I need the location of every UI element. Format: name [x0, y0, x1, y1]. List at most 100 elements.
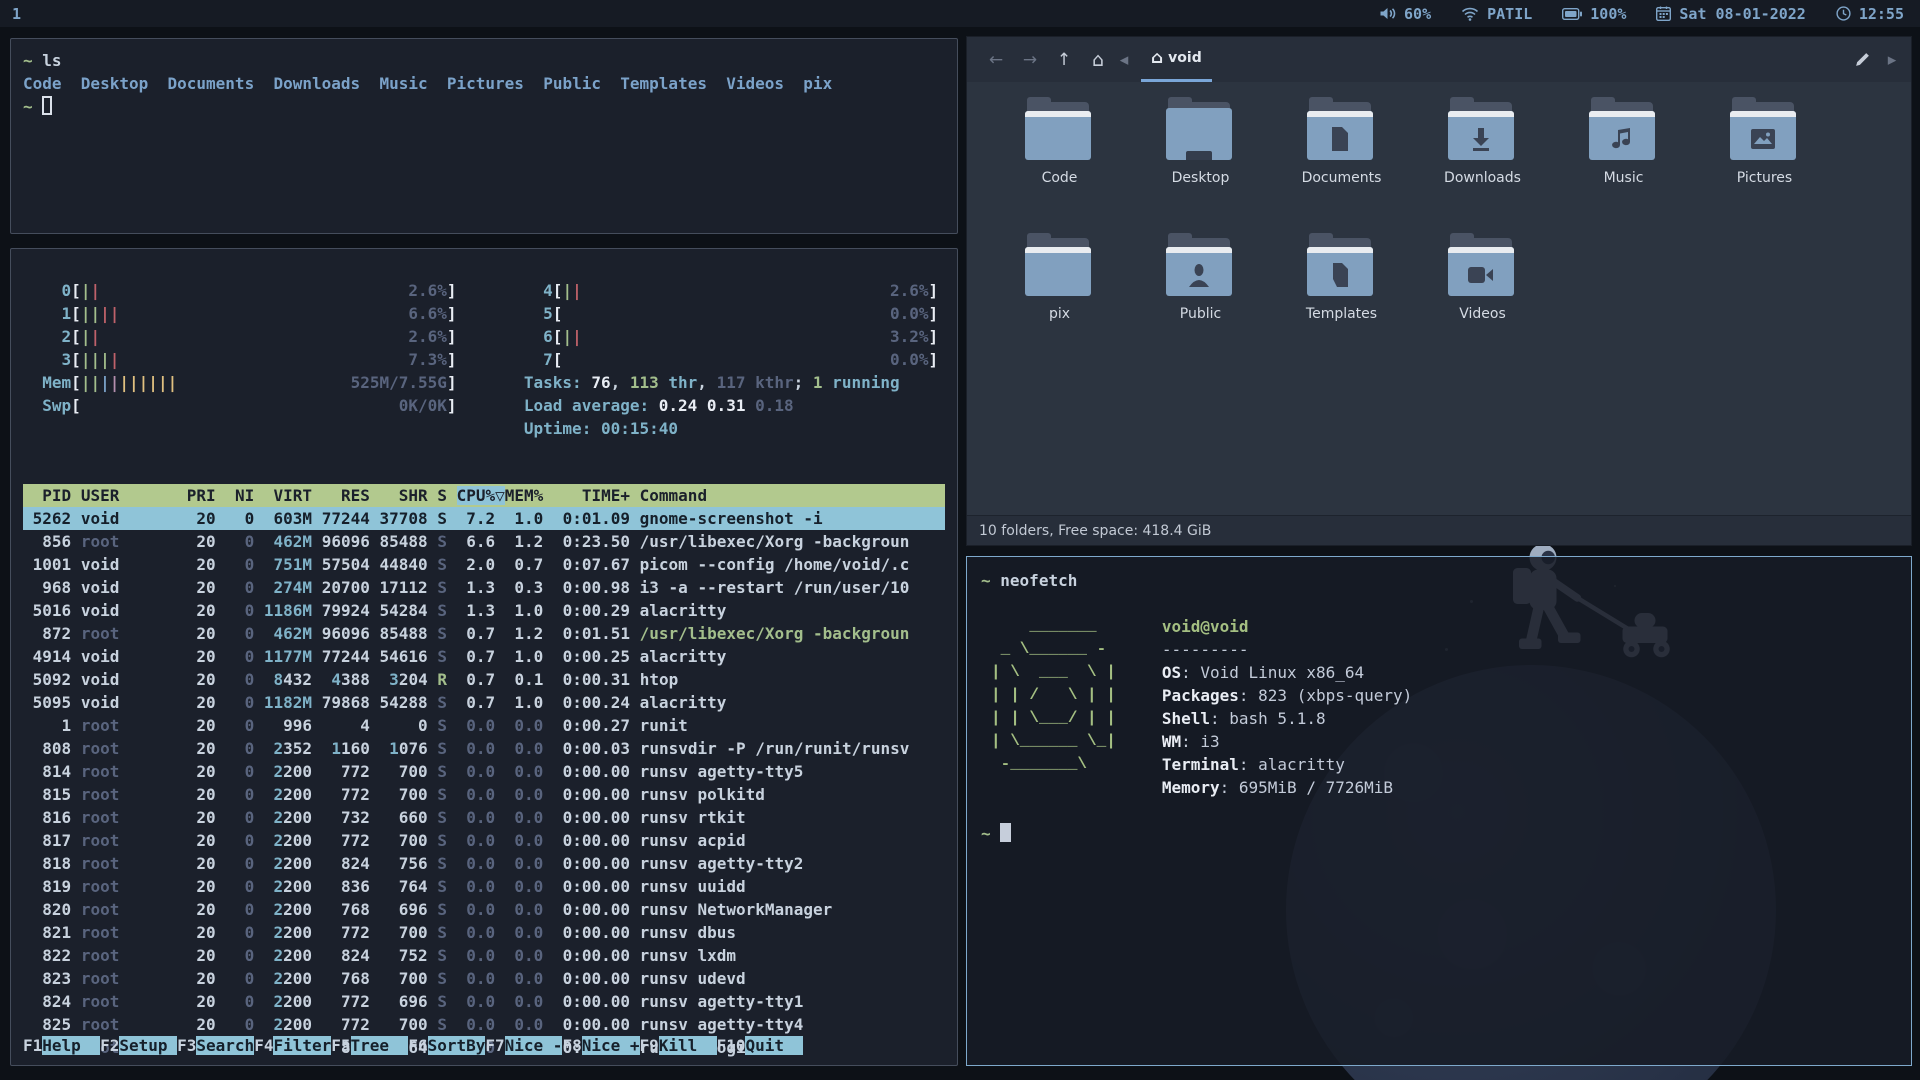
process-row-968[interactable]: 968 void 20 0 274M 20700 17112 S 1.3 0.3…	[23, 576, 945, 599]
folder-item-pictures[interactable]: Pictures	[1694, 97, 1835, 216]
htop-meters: 0[|| 2.6%] 1[|||| 6.6%] 2[|| 2.6%] 3[|||…	[23, 279, 945, 440]
fkey-f5[interactable]: F5	[331, 1036, 350, 1055]
up-icon[interactable]: ↑	[1047, 50, 1081, 70]
terminal-cursor	[42, 96, 53, 115]
column-header-user[interactable]: USER	[81, 486, 177, 505]
folder-item-videos[interactable]: Videos	[1412, 233, 1553, 352]
meter-mem: Mem[|||||||||| 525M/7.55G]	[23, 373, 457, 392]
folder-item-code[interactable]: Code	[989, 97, 1130, 216]
column-header-ni[interactable]: NI	[225, 486, 254, 505]
folder-item-desktop[interactable]: Desktop	[1130, 97, 1271, 216]
folder-item-documents[interactable]: Documents	[1271, 97, 1412, 216]
plain-folder	[1025, 253, 1091, 296]
fkey-f7[interactable]: F7	[485, 1036, 504, 1055]
fkey-label-tree[interactable]: Tree	[350, 1036, 409, 1055]
folder-item-templates[interactable]: Templates	[1271, 233, 1412, 352]
process-row-5016[interactable]: 5016 void 20 0 1186M 79924 54284 S 1.3 1…	[23, 599, 945, 622]
fkey-f2[interactable]: F2	[100, 1036, 119, 1055]
process-row-819[interactable]: 819 root 20 0 2200 836 764 S 0.0 0.0 0:0…	[23, 875, 945, 898]
column-header-virt[interactable]: VIRT	[264, 486, 313, 505]
process-row-818[interactable]: 818 root 20 0 2200 824 756 S 0.0 0.0 0:0…	[23, 852, 945, 875]
folder-label: Music	[1603, 170, 1644, 186]
folder-item-pix[interactable]: pix	[989, 233, 1130, 352]
fkey-f10[interactable]: F10	[717, 1036, 746, 1055]
fkey-f6[interactable]: F6	[408, 1036, 427, 1055]
tab-home-void[interactable]: ⌂ void	[1141, 37, 1212, 82]
process-row-856[interactable]: 856 root 20 0 462M 96096 85488 S 6.6 1.2…	[23, 530, 945, 553]
process-row-808[interactable]: 808 root 20 0 2352 1160 1076 S 0.0 0.0 0…	[23, 737, 945, 760]
fkey-label-help[interactable]: Help	[42, 1036, 101, 1055]
process-row-1001[interactable]: 1001 void 20 0 751M 57504 44840 S 2.0 0.…	[23, 553, 945, 576]
process-row-5095[interactable]: 5095 void 20 0 1182M 79868 54288 S 0.7 1…	[23, 691, 945, 714]
file-manager-window[interactable]: ← → ↑ ⌂ ◂ ⌂ void ▸ Code Desktop Documents D…	[966, 36, 1912, 546]
process-row-1[interactable]: 1 root 20 0 996 4 0 S 0.0 0.0 0:00.27 ru…	[23, 714, 945, 737]
dir-entry: Desktop	[80, 74, 149, 93]
htop-function-key-bar: F1Help F2Setup F3SearchF4FilterF5Tree F6…	[23, 1034, 804, 1057]
process-row-4914[interactable]: 4914 void 20 0 1177M 77244 54616 S 0.7 1…	[23, 645, 945, 668]
terminal-window-ls[interactable]: ~ ls Code Desktop Documents Downloads Mu…	[10, 38, 958, 234]
process-row-823[interactable]: 823 root 20 0 2200 768 700 S 0.0 0.0 0:0…	[23, 967, 945, 990]
process-row-822[interactable]: 822 root 20 0 2200 824 752 S 0.0 0.0 0:0…	[23, 944, 945, 967]
tab-home-icon: ⌂	[1151, 48, 1164, 68]
column-header-pri[interactable]: PRI	[187, 486, 216, 505]
process-row-821[interactable]: 821 root 20 0 2200 772 700 S 0.0 0.0 0:0…	[23, 921, 945, 944]
fkey-label-nice+[interactable]: Nice +	[581, 1036, 640, 1055]
fkey-f1[interactable]: F1	[23, 1036, 42, 1055]
fkey-f3[interactable]: F3	[177, 1036, 196, 1055]
process-row-824[interactable]: 824 root 20 0 2200 772 696 S 0.0 0.0 0:0…	[23, 990, 945, 1013]
fkey-label-kill[interactable]: Kill	[658, 1036, 717, 1055]
folder-item-downloads[interactable]: Downloads	[1412, 97, 1553, 216]
process-row-872[interactable]: 872 root 20 0 462M 96096 85488 S 0.7 1.2…	[23, 622, 945, 645]
process-row-825[interactable]: 825 root 20 0 2200 772 700 S 0.0 0.0 0:0…	[23, 1013, 945, 1036]
folder-item-music[interactable]: Music	[1553, 97, 1694, 216]
column-header-cmd[interactable]: Command	[640, 486, 707, 505]
column-header-s[interactable]: S	[437, 486, 447, 505]
tab-scroll-left-icon[interactable]: ◂	[1115, 50, 1133, 70]
fkey-label-filter[interactable]: Filter	[273, 1036, 332, 1055]
fkey-label-quit[interactable]: Quit	[745, 1036, 804, 1055]
process-table-header[interactable]: PID USER PRI NI VIRT RES SHR S CPU%▽MEM%…	[23, 484, 945, 507]
video-emblem-icon	[1448, 253, 1514, 296]
column-header-shr[interactable]: SHR	[380, 486, 428, 505]
back-icon[interactable]: ←	[979, 50, 1013, 70]
fkey-label-nice-[interactable]: Nice -	[504, 1036, 563, 1055]
process-row-5262[interactable]: 5262 void 20 0 603M 77244 37708 S 7.2 1.…	[23, 507, 945, 530]
process-row-814[interactable]: 814 root 20 0 2200 772 700 S 0.0 0.0 0:0…	[23, 760, 945, 783]
process-row-820[interactable]: 820 root 20 0 2200 768 696 S 0.0 0.0 0:0…	[23, 898, 945, 921]
process-row-816[interactable]: 816 root 20 0 2200 732 660 S 0.0 0.0 0:0…	[23, 806, 945, 829]
dir-entry: Code	[23, 74, 62, 93]
status-volume: 60%	[1379, 5, 1431, 23]
workspace-button[interactable]: 1	[12, 5, 21, 23]
htop-window[interactable]: 0[|| 2.6%] 1[|||| 6.6%] 2[|| 2.6%] 3[|||…	[10, 248, 958, 1066]
load-average: Load average: 0.24 0.31 0.18	[523, 396, 794, 415]
neofetch-info-shell: Shell: bash 5.1.8	[1161, 709, 1326, 728]
forward-icon[interactable]: →	[1013, 50, 1047, 70]
fkey-label-search[interactable]: Search	[196, 1036, 255, 1055]
column-header-time[interactable]: TIME+	[553, 486, 630, 505]
process-row-815[interactable]: 815 root 20 0 2200 772 700 S 0.0 0.0 0:0…	[23, 783, 945, 806]
fkey-f9[interactable]: F9	[640, 1036, 659, 1055]
process-row-5092[interactable]: 5092 void 20 0 8432 4388 3204 R 0.7 0.1 …	[23, 668, 945, 691]
template-emblem-icon	[1307, 253, 1373, 296]
column-header-mem[interactable]: MEM%	[505, 486, 544, 505]
column-header-cpu[interactable]: CPU%▽	[456, 486, 505, 505]
status-text: PATIL	[1487, 4, 1533, 23]
fkey-label-sortby[interactable]: SortBy	[427, 1036, 486, 1055]
folder-label: Public	[1179, 306, 1222, 322]
meter-2: 2[|| 2.6%]	[23, 327, 457, 346]
home-icon[interactable]: ⌂	[1081, 49, 1115, 71]
column-header-pid[interactable]: PID	[23, 486, 71, 505]
process-row-817[interactable]: 817 root 20 0 2200 772 700 S 0.0 0.0 0:0…	[23, 829, 945, 852]
fkey-label-setup[interactable]: Setup	[119, 1036, 178, 1055]
folder-item-public[interactable]: Public	[1130, 233, 1271, 352]
edit-path-pencil-icon[interactable]	[1854, 51, 1871, 68]
download-emblem-icon	[1448, 117, 1514, 160]
fkey-f8[interactable]: F8	[562, 1036, 581, 1055]
tab-scroll-right-icon[interactable]: ▸	[1885, 50, 1899, 70]
folder-icon	[1024, 233, 1095, 296]
fkey-f4[interactable]: F4	[254, 1036, 273, 1055]
neofetch-terminal-window[interactable]: ~ neofetch _______ _ \______ - | \ ___ \…	[966, 556, 1912, 1066]
column-header-res[interactable]: RES	[322, 486, 370, 505]
